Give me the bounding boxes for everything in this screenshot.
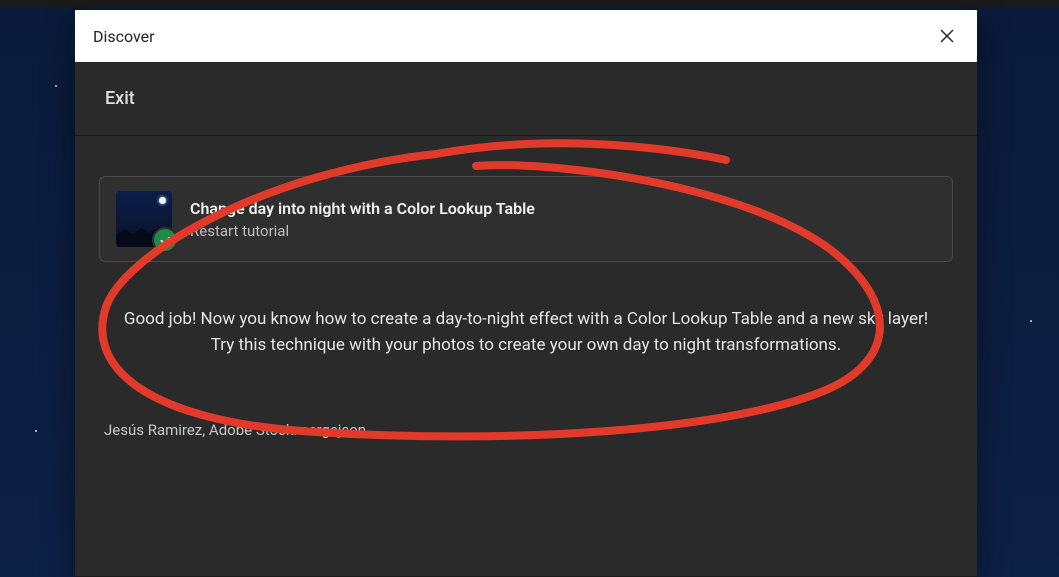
app-top-bar <box>0 0 1059 8</box>
restart-tutorial-label: Restart tutorial <box>190 222 535 240</box>
modal-title: Discover <box>93 27 155 46</box>
checkmark-icon <box>159 234 172 247</box>
background-star <box>35 430 37 432</box>
tutorial-card[interactable]: Change day into night with a Color Looku… <box>99 176 953 262</box>
discover-modal: Discover Exit Change day into night with… <box>75 10 977 577</box>
close-button[interactable] <box>933 22 961 50</box>
exit-button[interactable]: Exit <box>75 62 977 136</box>
modal-content: Change day into night with a Color Looku… <box>75 136 977 463</box>
close-icon <box>939 28 955 44</box>
modal-header: Discover <box>75 10 977 62</box>
tutorial-card-text: Change day into night with a Color Looku… <box>190 199 535 240</box>
credits-text: Jesús Ramirez, Adobe Stock: sergejson <box>99 421 953 463</box>
completion-message: Good job! Now you know how to create a d… <box>99 306 953 359</box>
background-star <box>1030 320 1032 322</box>
tutorial-title: Change day into night with a Color Looku… <box>190 199 535 218</box>
completed-badge <box>152 227 178 253</box>
exit-label: Exit <box>105 88 135 109</box>
background-star <box>55 85 57 87</box>
tutorial-thumbnail-wrap <box>116 191 172 247</box>
